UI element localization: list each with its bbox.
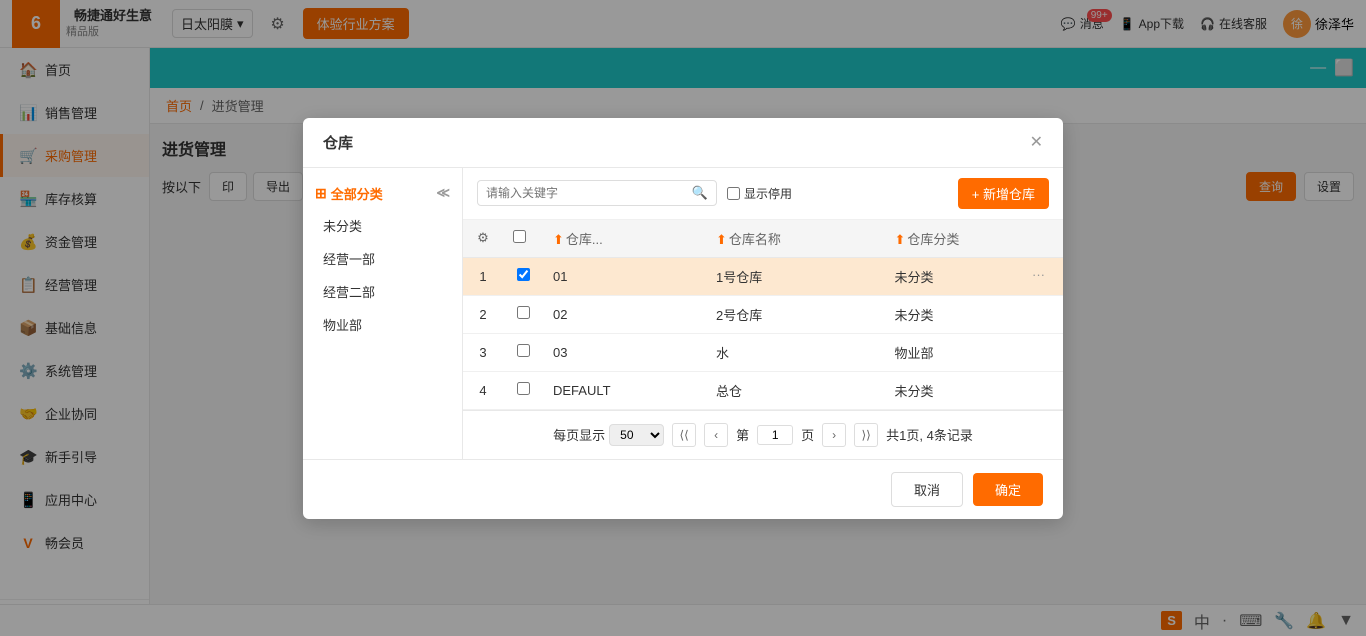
- show-disabled-checkbox[interactable]: [727, 187, 740, 200]
- dialog-header: 仓库 ✕: [303, 118, 1063, 168]
- row-name: 2号仓库: [706, 295, 884, 333]
- page-size-select: 每页显示 50 100: [553, 424, 664, 446]
- table-toolbar: 🔍 显示停用 + 新增仓库: [463, 168, 1063, 220]
- category-item-operations1[interactable]: 经营一部: [303, 242, 462, 275]
- row-checkbox[interactable]: [503, 371, 543, 409]
- th-checkbox: [503, 220, 543, 258]
- category-item-property[interactable]: 物业部: [303, 308, 462, 341]
- row-category: 未分类···: [885, 257, 1064, 295]
- search-input[interactable]: [486, 186, 688, 200]
- data-table: ⚙ ⬆仓库... ⬆仓库名称 ⬆仓库分类 1 01 1号仓库 未分类··· 2 …: [463, 220, 1063, 410]
- row-actions-icon[interactable]: ···: [1032, 267, 1045, 282]
- warehouse-dialog: 仓库 ✕ ⊞ 全部分类 ≪ 未分类 经营一部 经营二部 物业部: [303, 118, 1063, 519]
- category-item-operations2[interactable]: 经营二部: [303, 275, 462, 308]
- row-index: 2: [463, 295, 503, 333]
- table-header-row: ⚙ ⬆仓库... ⬆仓库名称 ⬆仓库分类: [463, 220, 1063, 258]
- row-name: 总仓: [706, 371, 884, 409]
- select-all-checkbox[interactable]: [513, 230, 526, 243]
- page-next-button[interactable]: ›: [822, 423, 846, 447]
- dialog-footer: 取消 确定: [303, 459, 1063, 519]
- row-code: 02: [543, 295, 706, 333]
- per-page-dropdown[interactable]: 50 100: [609, 424, 664, 446]
- th-category: ⬆仓库分类: [885, 220, 1064, 258]
- confirm-button[interactable]: 确定: [973, 473, 1043, 506]
- per-page-label: 每页显示: [553, 425, 605, 444]
- warehouse-table: ⚙ ⬆仓库... ⬆仓库名称 ⬆仓库分类 1 01 1号仓库 未分类··· 2 …: [463, 220, 1063, 410]
- row-code: 03: [543, 333, 706, 371]
- dialog-overlay: 仓库 ✕ ⊞ 全部分类 ≪ 未分类 经营一部 经营二部 物业部: [0, 0, 1366, 636]
- all-categories-label: 全部分类: [331, 184, 437, 203]
- page-prev-button[interactable]: ‹: [704, 423, 728, 447]
- row-name: 水: [706, 333, 884, 371]
- search-input-wrap[interactable]: 🔍: [477, 180, 717, 206]
- row-index: 3: [463, 333, 503, 371]
- sort-icon-name: ⬆: [716, 232, 727, 247]
- show-disabled-label[interactable]: 显示停用: [727, 185, 792, 202]
- row-name: 1号仓库: [706, 257, 884, 295]
- table-row[interactable]: 1 01 1号仓库 未分类···: [463, 257, 1063, 295]
- add-warehouse-button[interactable]: + 新增仓库: [958, 178, 1049, 209]
- close-icon[interactable]: ✕: [1030, 132, 1043, 152]
- dialog-title: 仓库: [323, 132, 353, 153]
- page-first-button[interactable]: ⟨⟨: [672, 423, 696, 447]
- all-categories-item[interactable]: ⊞ 全部分类 ≪: [303, 178, 462, 209]
- row-code: 01: [543, 257, 706, 295]
- row-checkbox[interactable]: [503, 295, 543, 333]
- sort-icon-code: ⬆: [553, 232, 564, 247]
- category-item-unclassified[interactable]: 未分类: [303, 209, 462, 242]
- table-row[interactable]: 4 DEFAULT 总仓 未分类: [463, 371, 1063, 409]
- th-code: ⬆仓库...: [543, 220, 706, 258]
- th-name: ⬆仓库名称: [706, 220, 884, 258]
- pagination: 每页显示 50 100 ⟨⟨ ‹ 第 页 › ⟩⟩ 共1页, 4条记录: [463, 410, 1063, 459]
- search-icon: 🔍: [692, 185, 708, 201]
- category-sidebar: ⊞ 全部分类 ≪ 未分类 经营一部 经营二部 物业部: [303, 168, 463, 459]
- show-disabled-text: 显示停用: [744, 185, 792, 202]
- row-code: DEFAULT: [543, 371, 706, 409]
- page-label: 第: [736, 425, 749, 444]
- row-checkbox[interactable]: [503, 333, 543, 371]
- table-area: 🔍 显示停用 + 新增仓库 ⚙: [463, 168, 1063, 459]
- row-category: 未分类: [885, 371, 1064, 409]
- cancel-button[interactable]: 取消: [891, 472, 963, 507]
- table-row[interactable]: 3 03 水 物业部: [463, 333, 1063, 371]
- row-index: 4: [463, 371, 503, 409]
- row-category: 物业部: [885, 333, 1064, 371]
- grid-icon: ⊞: [315, 185, 327, 202]
- total-info: 共1页, 4条记录: [886, 425, 973, 444]
- row-index: 1: [463, 257, 503, 295]
- sort-icon-category: ⬆: [895, 232, 906, 247]
- table-row[interactable]: 2 02 2号仓库 未分类: [463, 295, 1063, 333]
- row-category: 未分类: [885, 295, 1064, 333]
- page-last-button[interactable]: ⟩⟩: [854, 423, 878, 447]
- row-checkbox[interactable]: [503, 257, 543, 295]
- dialog-body: ⊞ 全部分类 ≪ 未分类 经营一部 经营二部 物业部 🔍: [303, 168, 1063, 459]
- th-gear: ⚙: [463, 220, 503, 258]
- collapse-icon[interactable]: ≪: [436, 185, 450, 201]
- page-label-2: 页: [801, 425, 814, 444]
- page-number-input[interactable]: [757, 425, 793, 445]
